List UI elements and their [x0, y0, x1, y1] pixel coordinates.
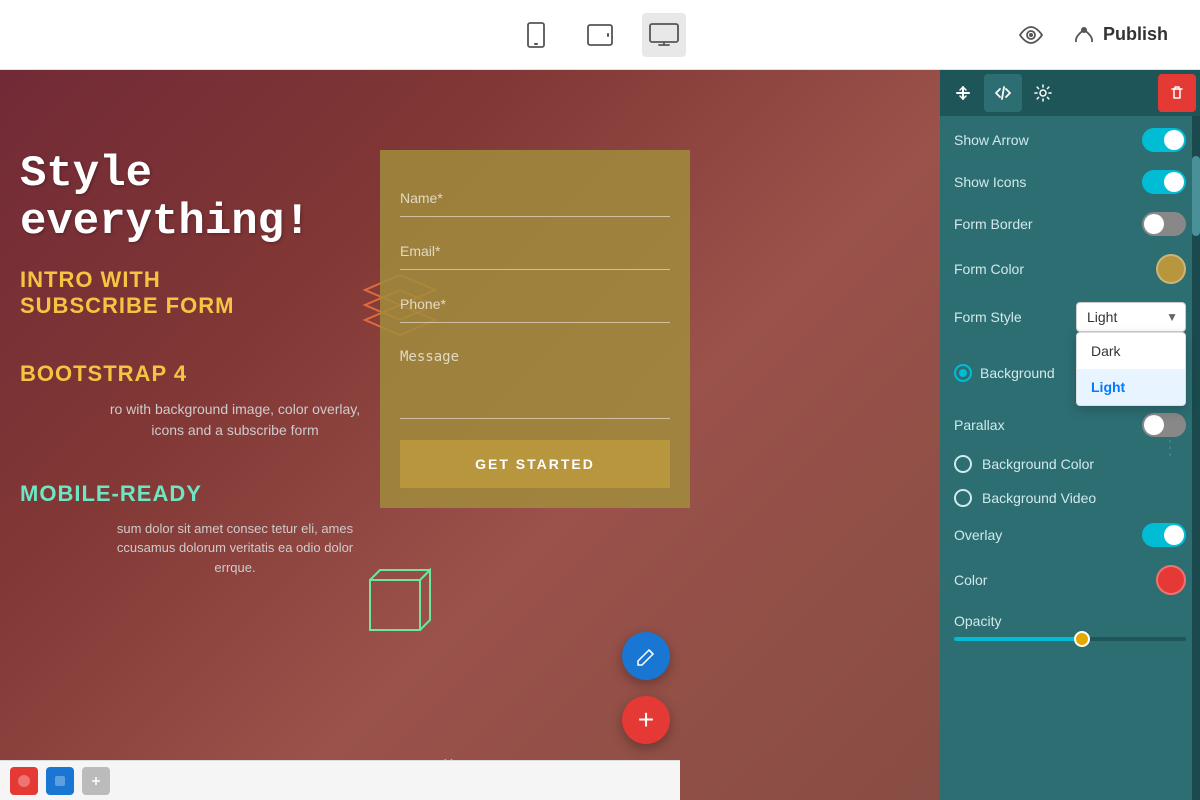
form-style-label: Form Style [954, 309, 1022, 325]
form-color-row: Form Color [954, 254, 1186, 284]
background-label: Background [980, 365, 1055, 381]
overlay-toggle[interactable] [1142, 523, 1186, 547]
bg-color-label: Background Color [982, 456, 1094, 472]
publish-button[interactable]: Publish [1061, 16, 1180, 54]
overlay-color-swatch[interactable] [1156, 565, 1186, 595]
opacity-slider-track[interactable] [954, 637, 1186, 641]
submit-button[interactable]: GET STARTED [400, 440, 670, 488]
subscribe-form: GET STARTED [380, 150, 690, 508]
toggle-knob [1164, 172, 1184, 192]
form-border-row: Form Border [954, 212, 1186, 236]
show-icons-label: Show Icons [954, 174, 1026, 190]
lines-decoration: ⋮ [1160, 435, 1180, 460]
panel-scrollbar-thumb [1192, 156, 1200, 236]
panel-toolbar [940, 70, 1200, 116]
opacity-row: Opacity [954, 613, 1186, 641]
form-style-wrapper: Light Dark ▼ Dark Light [1076, 302, 1186, 332]
form-color-label: Form Color [954, 261, 1024, 277]
top-toolbar: Publish [0, 0, 1200, 70]
publish-label: Publish [1103, 24, 1168, 45]
canvas: Style everything! INTRO WITH SUBSCRIBE F… [0, 70, 940, 800]
background-radio[interactable] [954, 364, 972, 382]
show-arrow-label: Show Arrow [954, 132, 1029, 148]
bg-color-radio-row: Background Color [954, 455, 1186, 473]
overlay-row: Overlay [954, 523, 1186, 547]
bg-video-radio[interactable] [954, 489, 972, 507]
parallax-toggle[interactable] [1142, 413, 1186, 437]
toggle-knob [1144, 214, 1164, 234]
show-icons-toggle[interactable] [1142, 170, 1186, 194]
parallax-label: Parallax [954, 417, 1005, 433]
dropdown-dark[interactable]: Dark [1077, 333, 1185, 369]
tablet-device-btn[interactable] [578, 13, 622, 57]
device-switcher [514, 13, 686, 57]
overlay-label: Overlay [954, 527, 1002, 543]
bg-video-label: Background Video [982, 490, 1096, 506]
bg-color-radio[interactable] [954, 455, 972, 473]
panel-code-btn[interactable] [984, 74, 1022, 112]
toggle-knob [1144, 415, 1164, 435]
bottom-btn-grey[interactable] [82, 767, 110, 795]
message-field[interactable] [400, 339, 670, 419]
fab-edit-button[interactable] [622, 632, 670, 680]
toolbar-right: Publish [1017, 16, 1180, 54]
phone-field[interactable] [400, 286, 670, 323]
bottom-bar [0, 760, 680, 800]
mobile-device-btn[interactable] [514, 13, 558, 57]
show-arrow-toggle[interactable] [1142, 128, 1186, 152]
form-border-label: Form Border [954, 216, 1033, 232]
form-style-dropdown: Dark Light [1076, 332, 1186, 406]
bottom-btn-blue[interactable] [46, 767, 74, 795]
right-panel: Show Arrow Show Icons Form Border [940, 70, 1200, 800]
panel-scrollbar[interactable] [1192, 116, 1200, 800]
toggle-knob [1164, 130, 1184, 150]
panel-delete-btn[interactable] [1158, 74, 1196, 112]
email-field[interactable] [400, 233, 670, 270]
bottom-btn-red[interactable] [10, 767, 38, 795]
desktop-device-btn[interactable] [642, 13, 686, 57]
main-area: Style everything! INTRO WITH SUBSCRIBE F… [0, 70, 1200, 800]
box-icon [360, 560, 440, 640]
show-icons-row: Show Icons [954, 170, 1186, 194]
opacity-slider-thumb[interactable] [1074, 631, 1090, 647]
fab-add-button[interactable]: + [622, 696, 670, 744]
parallax-row: Parallax [954, 413, 1186, 437]
panel-arrange-btn[interactable] [944, 74, 982, 112]
form-style-row: Form Style Light Dark ▼ Dark Light [954, 302, 1186, 332]
name-field[interactable] [400, 180, 670, 217]
preview-icon[interactable] [1017, 25, 1045, 45]
opacity-label: Opacity [954, 613, 1186, 629]
form-color-swatch[interactable] [1156, 254, 1186, 284]
dropdown-light[interactable]: Light [1077, 369, 1185, 405]
opacity-slider-fill [954, 637, 1082, 641]
toggle-knob [1164, 525, 1184, 545]
bg-video-radio-row: Background Video [954, 489, 1186, 507]
color-label: Color [954, 572, 987, 588]
show-arrow-row: Show Arrow [954, 128, 1186, 152]
color-row: Color [954, 565, 1186, 595]
form-border-toggle[interactable] [1142, 212, 1186, 236]
panel-settings-btn[interactable] [1024, 74, 1062, 112]
form-style-select[interactable]: Light Dark [1076, 302, 1186, 332]
